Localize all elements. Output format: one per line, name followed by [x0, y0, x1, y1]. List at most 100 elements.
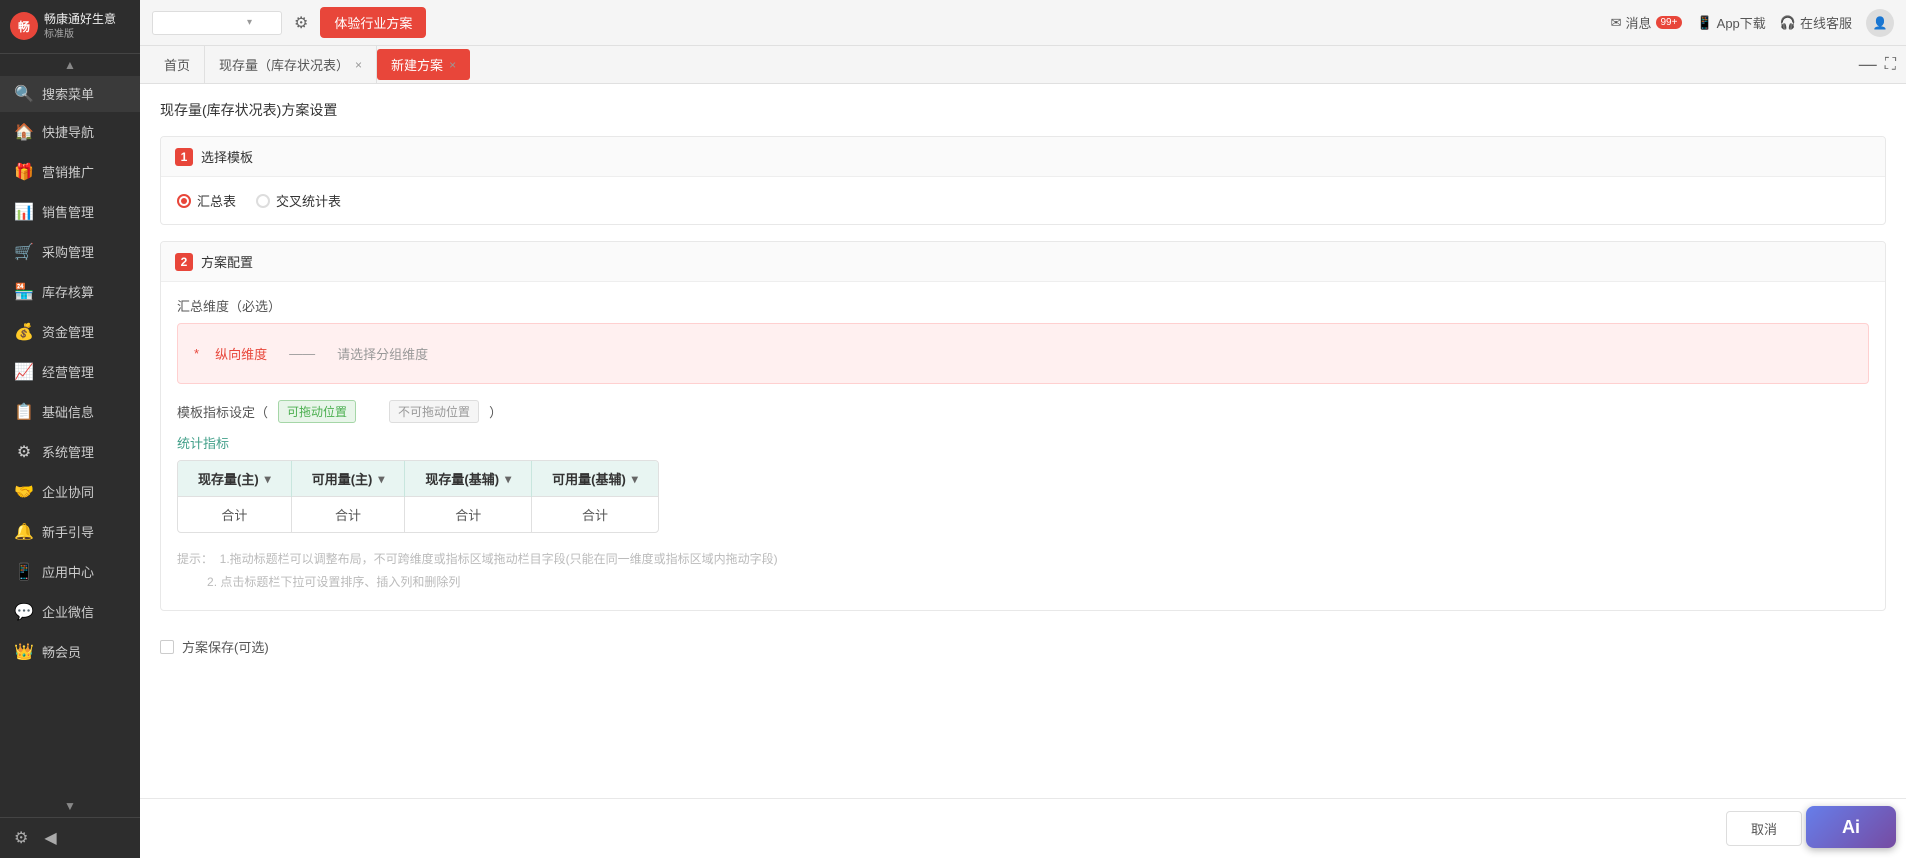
customer-service-item[interactable]: 🎧 在线客服	[1780, 13, 1852, 32]
dimension-area[interactable]: * 纵向维度 —— 请选择分组维度	[177, 323, 1869, 384]
contract-icon: 🤝	[14, 482, 34, 502]
tab-new-scheme-close[interactable]: ×	[449, 58, 456, 72]
basic-icon: 📋	[14, 402, 34, 422]
step2-number: 2	[175, 253, 193, 271]
tab-new-scheme[interactable]: 新建方案 ×	[377, 49, 470, 80]
tab-inventory-status[interactable]: 现存量（库存状况表） ×	[205, 46, 377, 83]
message-item[interactable]: ✉ 消息 99+	[1611, 13, 1683, 32]
sidebar-nav: 🔍 搜索菜单 🏠 快捷导航 🎁 营销推广 📊 销售管理 🛒 采购管理 🏪 库存核…	[0, 76, 140, 795]
finance-icon: 💰	[14, 322, 34, 342]
sidebar-logo: 畅 畅康通好生意 标准版	[0, 0, 140, 54]
sidebar-item-sales[interactable]: 📊 销售管理	[0, 192, 140, 232]
step2-body: 汇总维度（必选） * 纵向维度 —— 请选择分组维度 模板指标设定（ 可拖动位置…	[161, 282, 1885, 610]
radio-summary[interactable]: 汇总表	[177, 191, 236, 210]
sidebar-item-marketing[interactable]: 🎁 营销推广	[0, 152, 140, 192]
page-title: 现存量(库存状况表)方案设置	[160, 100, 1886, 120]
shortcut-icon: 🏠	[14, 122, 34, 142]
sidebar-item-member[interactable]: 👑 畅会员	[0, 632, 140, 672]
sidebar-scroll-down[interactable]: ▼	[0, 795, 140, 817]
sidebar-search[interactable]: 🔍 搜索菜单	[0, 76, 140, 112]
member-icon: 👑	[14, 642, 34, 662]
topbar-search-box[interactable]: ▾	[152, 11, 282, 35]
sidebar-item-contract[interactable]: 🤝 企业协同	[0, 472, 140, 512]
ai-float-button[interactable]: Ai	[1806, 806, 1896, 848]
inventory-icon: 🏪	[14, 282, 34, 302]
tip2: 2. 点击标题栏下拉可设置排序、插入列和删除列	[177, 573, 1869, 592]
trial-button[interactable]: 体验行业方案	[320, 7, 426, 38]
topbar-left: ▾ ⚙ 体验行业方案	[152, 7, 1601, 38]
message-badge: 99+	[1656, 16, 1683, 29]
not-draggable-tag: 不可拖动位置	[389, 400, 479, 423]
col-dropdown-1[interactable]: ▾	[378, 472, 384, 486]
sidebar-scroll-up[interactable]: ▲	[0, 54, 140, 76]
stats-label: 统计指标	[177, 433, 1869, 452]
tip1: 提示： 1.拖动标题栏可以调整布局，不可跨维度或指标区域拖动栏目字段(只能在同一…	[177, 550, 1869, 569]
sidebar-item-finance[interactable]: 💰 资金管理	[0, 312, 140, 352]
dimension-placeholder: 请选择分组维度	[337, 344, 428, 363]
col-header-3[interactable]: 可用量(基辅) ▾	[532, 461, 658, 497]
sidebar-item-basic[interactable]: 📋 基础信息	[0, 392, 140, 432]
sidebar-item-system[interactable]: ⚙ 系统管理	[0, 432, 140, 472]
col-summary-0: 合计	[178, 497, 291, 533]
business-icon: 📈	[14, 362, 34, 382]
save-scheme-row: 方案保存(可选)	[160, 627, 1886, 666]
tips-box: 提示： 1.拖动标题栏可以调整布局，不可跨维度或指标区域拖动栏目字段(只能在同一…	[177, 550, 1869, 592]
cancel-button[interactable]: 取消	[1726, 811, 1802, 846]
collapse-icon[interactable]: ◀	[44, 828, 56, 848]
search-dropdown-arrow[interactable]: ▾	[247, 17, 252, 28]
col-dropdown-0[interactable]: ▾	[265, 472, 271, 486]
logo-icon: 畅	[10, 12, 38, 40]
avatar-icon: 👤	[1873, 16, 1888, 30]
tabs-right: — ⛶	[1859, 54, 1896, 75]
sidebar-item-inventory[interactable]: 🏪 库存核算	[0, 272, 140, 312]
wechat-icon: 💬	[14, 602, 34, 622]
content-area: 现存量(库存状况表)方案设置 1 选择模板 汇总表 交叉统计表	[140, 84, 1906, 798]
message-icon: ✉	[1611, 15, 1622, 31]
save-scheme-checkbox-label[interactable]: 方案保存(可选)	[160, 637, 1886, 656]
dimension-required-text: 纵向维度	[215, 344, 267, 363]
sidebar-item-app[interactable]: 📱 应用中心	[0, 552, 140, 592]
dimension-label: 汇总维度（必选）	[177, 296, 1869, 315]
sidebar: 畅 畅康通好生意 标准版 ▲ 🔍 搜索菜单 🏠 快捷导航 🎁 营销推广 📊 销售…	[0, 0, 140, 858]
dimension-required-star: *	[194, 346, 199, 361]
topbar-right: ✉ 消息 99+ 📱 App下载 🎧 在线客服 👤	[1611, 9, 1894, 37]
app-download-icon: 📱	[1696, 15, 1712, 31]
marketing-icon: 🎁	[14, 162, 34, 182]
radio-cross[interactable]: 交叉统计表	[256, 191, 341, 210]
newbie-icon: 🔔	[14, 522, 34, 542]
settings-icon[interactable]: ⚙	[14, 828, 28, 848]
col-summary-2: 合计	[405, 497, 532, 533]
save-scheme-checkbox[interactable]	[160, 640, 174, 654]
col-dropdown-3[interactable]: ▾	[632, 472, 638, 486]
app-icon: 📱	[14, 562, 34, 582]
gear-button[interactable]: ⚙	[290, 9, 312, 37]
app-download-item[interactable]: 📱 App下载	[1696, 13, 1765, 32]
col-header-0[interactable]: 现存量(主) ▾	[178, 461, 291, 497]
sidebar-bottom: ⚙ ◀	[0, 817, 140, 858]
col-summary-1: 合计	[291, 497, 405, 533]
logo-text: 畅康通好生意 标准版	[44, 12, 116, 41]
step2-section: 2 方案配置 汇总维度（必选） * 纵向维度 —— 请选择分组维度 模板指标设定…	[160, 241, 1886, 611]
sidebar-item-newbie[interactable]: 🔔 新手引导	[0, 512, 140, 552]
step2-header: 2 方案配置	[161, 242, 1885, 282]
search-input[interactable]	[161, 16, 241, 30]
tab-inventory-close[interactable]: ×	[355, 58, 362, 72]
step1-number: 1	[175, 148, 193, 166]
sales-icon: 📊	[14, 202, 34, 222]
expand-tab-icon[interactable]: ⛶	[1885, 56, 1896, 74]
sidebar-item-business[interactable]: 📈 经营管理	[0, 352, 140, 392]
user-avatar[interactable]: 👤	[1866, 9, 1894, 37]
col-dropdown-2[interactable]: ▾	[505, 472, 511, 486]
template-radio-group: 汇总表 交叉统计表	[177, 191, 1869, 210]
sidebar-item-shortcut[interactable]: 🏠 快捷导航	[0, 112, 140, 152]
col-header-1[interactable]: 可用量(主) ▾	[291, 461, 405, 497]
step1-header: 1 选择模板	[161, 137, 1885, 177]
headset-icon: 🎧	[1780, 15, 1796, 31]
tab-home[interactable]: 首页	[150, 46, 205, 83]
sidebar-item-wechat[interactable]: 💬 企业微信	[0, 592, 140, 632]
radio-cross-circle	[256, 194, 270, 208]
footer-bar: 取消 查询	[140, 798, 1906, 858]
sidebar-item-purchase[interactable]: 🛒 采购管理	[0, 232, 140, 272]
col-header-2[interactable]: 现存量(基辅) ▾	[405, 461, 532, 497]
minimize-tab-icon[interactable]: —	[1859, 54, 1877, 75]
